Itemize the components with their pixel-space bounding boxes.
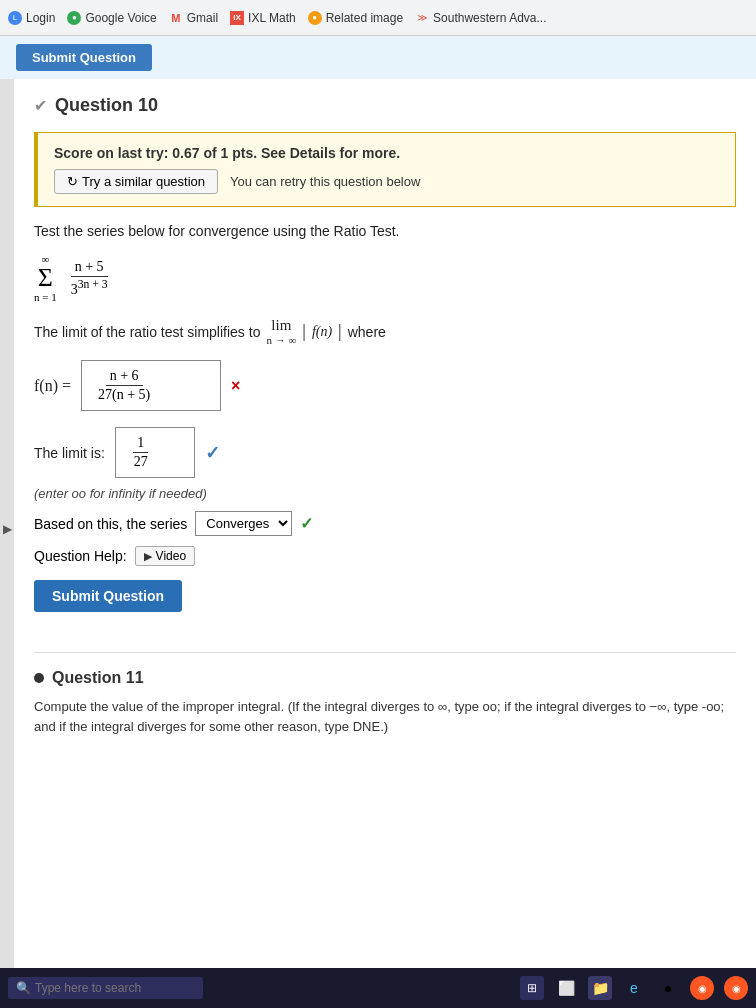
page-wrapper: Submit Question ▶ ✔ Question 10 Score on…: [0, 36, 756, 979]
video-button[interactable]: ▶ Video: [135, 546, 195, 566]
question-11-text: Compute the value of the improper integr…: [34, 697, 736, 736]
fn-status-icon: ×: [231, 377, 240, 395]
top-submit-area: Submit Question: [0, 36, 756, 79]
sigma-block: ∞ Σ n = 1: [34, 253, 57, 303]
taskbar-search-icon: 🔍: [16, 981, 31, 995]
question-11-header: Question 11: [34, 669, 736, 687]
retry-row: ↻ Try a similar question You can retry t…: [54, 169, 719, 194]
fn-input[interactable]: n + 6 27(n + 5): [81, 360, 221, 411]
where-text: where: [348, 324, 386, 340]
tab-login[interactable]: L Login: [8, 11, 55, 25]
series-denominator: 33n + 3: [67, 277, 112, 299]
series-numerator: n + 5: [71, 258, 108, 277]
abs-val-left: |: [302, 321, 306, 342]
taskbar-edge-icon[interactable]: e: [622, 976, 646, 1000]
tab-related[interactable]: ● Related image: [308, 11, 403, 25]
taskbar-task-view-icon[interactable]: ⬜: [554, 976, 578, 1000]
voice-icon: ●: [67, 11, 81, 25]
help-label: Question Help:: [34, 548, 127, 564]
fn-fraction: n + 6 27(n + 5): [94, 367, 154, 404]
series-display: ∞ Σ n = 1 n + 5 33n + 3: [34, 253, 736, 303]
tab-voice[interactable]: ● Google Voice: [67, 11, 156, 25]
tab-ixl[interactable]: IX IXL Math: [230, 11, 296, 25]
question-11-title: Question 11: [52, 669, 144, 687]
bullet-dot: [34, 673, 44, 683]
limit-instruction-line: The limit of the ratio test simplifies t…: [34, 317, 736, 346]
tab-gmail[interactable]: M Gmail: [169, 11, 218, 25]
content-area: ✔ Question 10 Score on last try: 0.67 of…: [14, 79, 756, 979]
fn-label: f(n) =: [34, 377, 71, 395]
based-on-row: Based on this, the series Converges Dive…: [34, 511, 736, 536]
limit-is-label: The limit is:: [34, 445, 105, 461]
question-help-row: Question Help: ▶ Video: [34, 546, 736, 566]
login-icon: L: [8, 11, 22, 25]
taskbar-search-input[interactable]: [35, 981, 195, 995]
series-fraction: n + 5 33n + 3: [67, 258, 112, 299]
converges-select[interactable]: Converges Diverges: [195, 511, 292, 536]
taskbar-color-icon[interactable]: ◉: [690, 976, 714, 1000]
play-icon: ▶: [144, 550, 152, 563]
main-layout: ▶ ✔ Question 10 Score on last try: 0.67 …: [0, 79, 756, 979]
fn-denominator: 27(n + 5): [94, 386, 154, 404]
score-text: Score on last try: 0.67 of 1 pts. See De…: [54, 145, 719, 161]
taskbar-windows-icon[interactable]: ⊞: [520, 976, 544, 1000]
sw-icon: ≫: [415, 11, 429, 25]
based-text: Based on this, the series: [34, 516, 187, 532]
converges-status-icon: ✓: [300, 514, 313, 533]
lim-block: lim n → ∞: [266, 317, 296, 346]
retry-icon: ↻: [67, 174, 78, 189]
browser-toolbar: L Login ● Google Voice M Gmail IX IXL Ma…: [0, 0, 756, 36]
limit-denominator: 27: [130, 453, 152, 471]
taskbar-explorer-icon[interactable]: 📁: [588, 976, 612, 1000]
fn-numerator: n + 6: [106, 367, 143, 386]
limit-numerator: 1: [133, 434, 148, 453]
sigma-symbol: Σ: [38, 265, 53, 291]
related-icon: ●: [308, 11, 322, 25]
taskbar-icons: ⊞ ⬜ 📁 e ● ◉ ◉: [520, 976, 748, 1000]
ixl-icon: IX: [230, 11, 244, 25]
question-10-title: Question 10: [55, 95, 158, 116]
top-submit-button[interactable]: Submit Question: [16, 44, 152, 71]
lim-text: lim: [271, 317, 291, 334]
sigma-bottom: n = 1: [34, 291, 57, 303]
retry-note: You can retry this question below: [230, 174, 420, 189]
taskbar: 🔍 ⊞ ⬜ 📁 e ● ◉ ◉: [0, 968, 756, 1008]
lim-sub: n → ∞: [266, 334, 296, 346]
section-divider: [34, 652, 736, 653]
enter-note: (enter oo for infinity if needed): [34, 486, 736, 501]
sidebar-toggle[interactable]: ▶: [0, 79, 14, 979]
taskbar-extra-icon[interactable]: ◉: [724, 976, 748, 1000]
score-box: Score on last try: 0.67 of 1 pts. See De…: [34, 132, 736, 207]
gmail-icon: M: [169, 11, 183, 25]
retry-button[interactable]: ↻ Try a similar question: [54, 169, 218, 194]
question-10-header: ✔ Question 10: [34, 95, 736, 116]
limit-input[interactable]: 1 27: [115, 427, 195, 478]
tab-sw[interactable]: ≫ Southwestern Adva...: [415, 11, 546, 25]
submit-question-button[interactable]: Submit Question: [34, 580, 182, 612]
abs-val-right: |: [338, 321, 342, 342]
taskbar-start: 🔍: [8, 977, 203, 999]
taskbar-chrome-icon[interactable]: ●: [656, 976, 680, 1000]
test-description: Test the series below for convergence us…: [34, 223, 736, 239]
question-check-icon: ✔: [34, 96, 47, 115]
limit-fraction: 1 27: [130, 434, 152, 471]
limit-status-icon: ✓: [205, 442, 220, 464]
sidebar-arrow-icon: ▶: [3, 522, 12, 536]
fn-notation: f(n): [312, 324, 332, 340]
limit-is-row: The limit is: 1 27 ✓: [34, 427, 736, 478]
fn-row: f(n) = n + 6 27(n + 5) ×: [34, 360, 736, 411]
